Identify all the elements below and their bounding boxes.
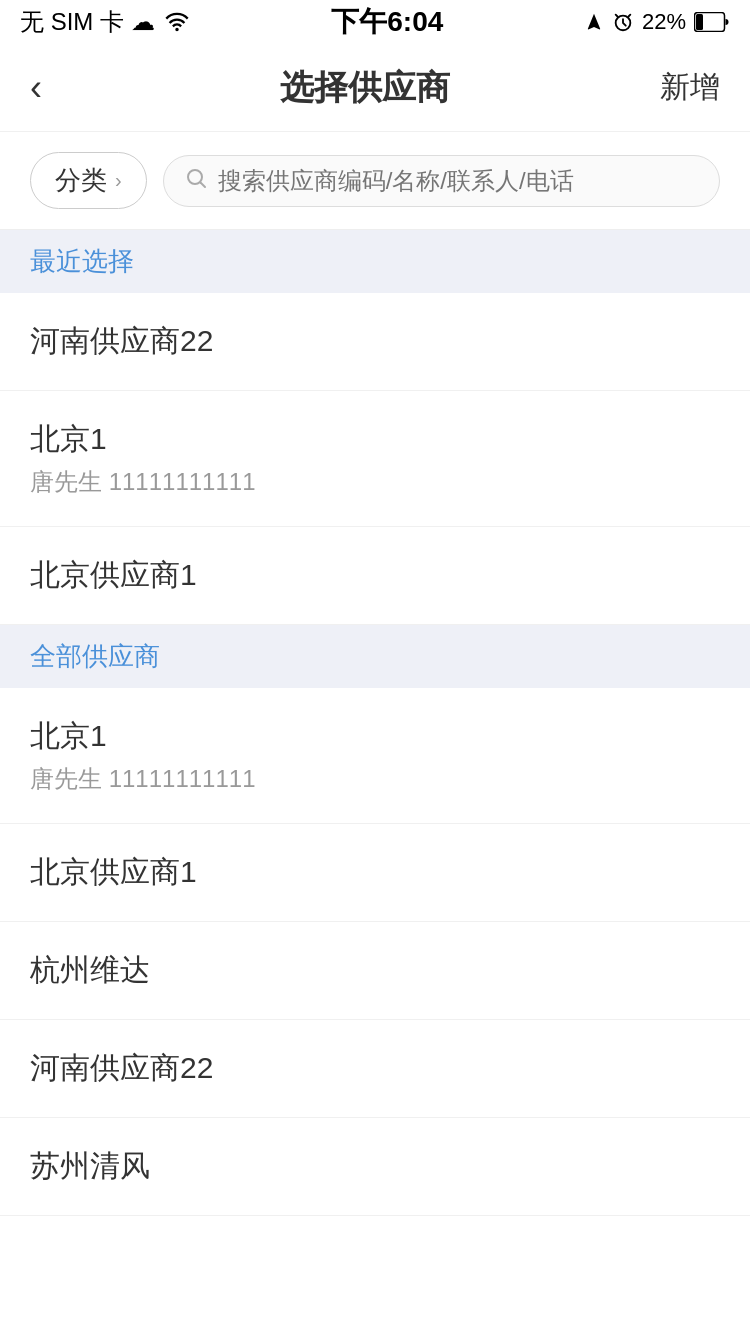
list-item[interactable]: 杭州维达: [0, 922, 750, 1020]
status-time: 下午6:04: [331, 3, 443, 41]
search-box[interactable]: [163, 155, 720, 207]
recent-section-label: 最近选择: [30, 246, 134, 276]
add-button[interactable]: 新增: [640, 67, 720, 108]
list-item[interactable]: 河南供应商22: [0, 293, 750, 391]
back-button[interactable]: ‹: [30, 67, 90, 109]
alarm-icon: [612, 11, 634, 33]
category-filter-button[interactable]: 分类 ›: [30, 152, 147, 209]
nav-bar: ‹ 选择供应商 新增: [0, 44, 750, 132]
item-name: 苏州清风: [30, 1146, 720, 1187]
list-item[interactable]: 北京1 唐先生 11111111111: [0, 688, 750, 824]
item-sub: 唐先生 11111111111: [30, 763, 720, 795]
status-bar: 无 SIM 卡 ☁ 下午6:04 22%: [0, 0, 750, 44]
list-item[interactable]: 北京1 唐先生 11111111111: [0, 391, 750, 527]
search-input[interactable]: [218, 167, 699, 195]
chevron-right-icon: ›: [115, 169, 122, 192]
recent-section-header: 最近选择: [0, 230, 750, 293]
item-name: 杭州维达: [30, 950, 720, 991]
list-item[interactable]: 北京供应商1: [0, 527, 750, 625]
status-left: 无 SIM 卡 ☁: [20, 6, 191, 38]
item-name: 北京供应商1: [30, 555, 720, 596]
search-icon: [184, 166, 208, 196]
svg-rect-2: [696, 14, 703, 30]
battery-icon: [694, 12, 730, 32]
item-name: 河南供应商22: [30, 1048, 720, 1089]
list-item[interactable]: 河南供应商22: [0, 1020, 750, 1118]
list-item[interactable]: 北京供应商1: [0, 824, 750, 922]
item-name: 北京1: [30, 419, 720, 460]
battery-label: 22%: [642, 9, 686, 35]
recent-items-list: 河南供应商22 北京1 唐先生 11111111111 北京供应商1: [0, 293, 750, 625]
item-name: 河南供应商22: [30, 321, 720, 362]
page-title: 选择供应商: [280, 65, 450, 111]
item-name: 北京供应商1: [30, 852, 720, 893]
wifi-icon: [163, 12, 191, 32]
all-section-header: 全部供应商: [0, 625, 750, 688]
filter-bar: 分类 ›: [0, 132, 750, 230]
item-sub: 唐先生 11111111111: [30, 466, 720, 498]
list-item[interactable]: 苏州清风: [0, 1118, 750, 1216]
all-section-label: 全部供应商: [30, 641, 160, 671]
location-icon: [584, 12, 604, 32]
all-items-list: 北京1 唐先生 11111111111 北京供应商1 杭州维达 河南供应商22 …: [0, 688, 750, 1216]
category-label: 分类: [55, 163, 107, 198]
no-sim-label: 无 SIM 卡 ☁: [20, 6, 155, 38]
item-name: 北京1: [30, 716, 720, 757]
status-right: 22%: [584, 9, 730, 35]
